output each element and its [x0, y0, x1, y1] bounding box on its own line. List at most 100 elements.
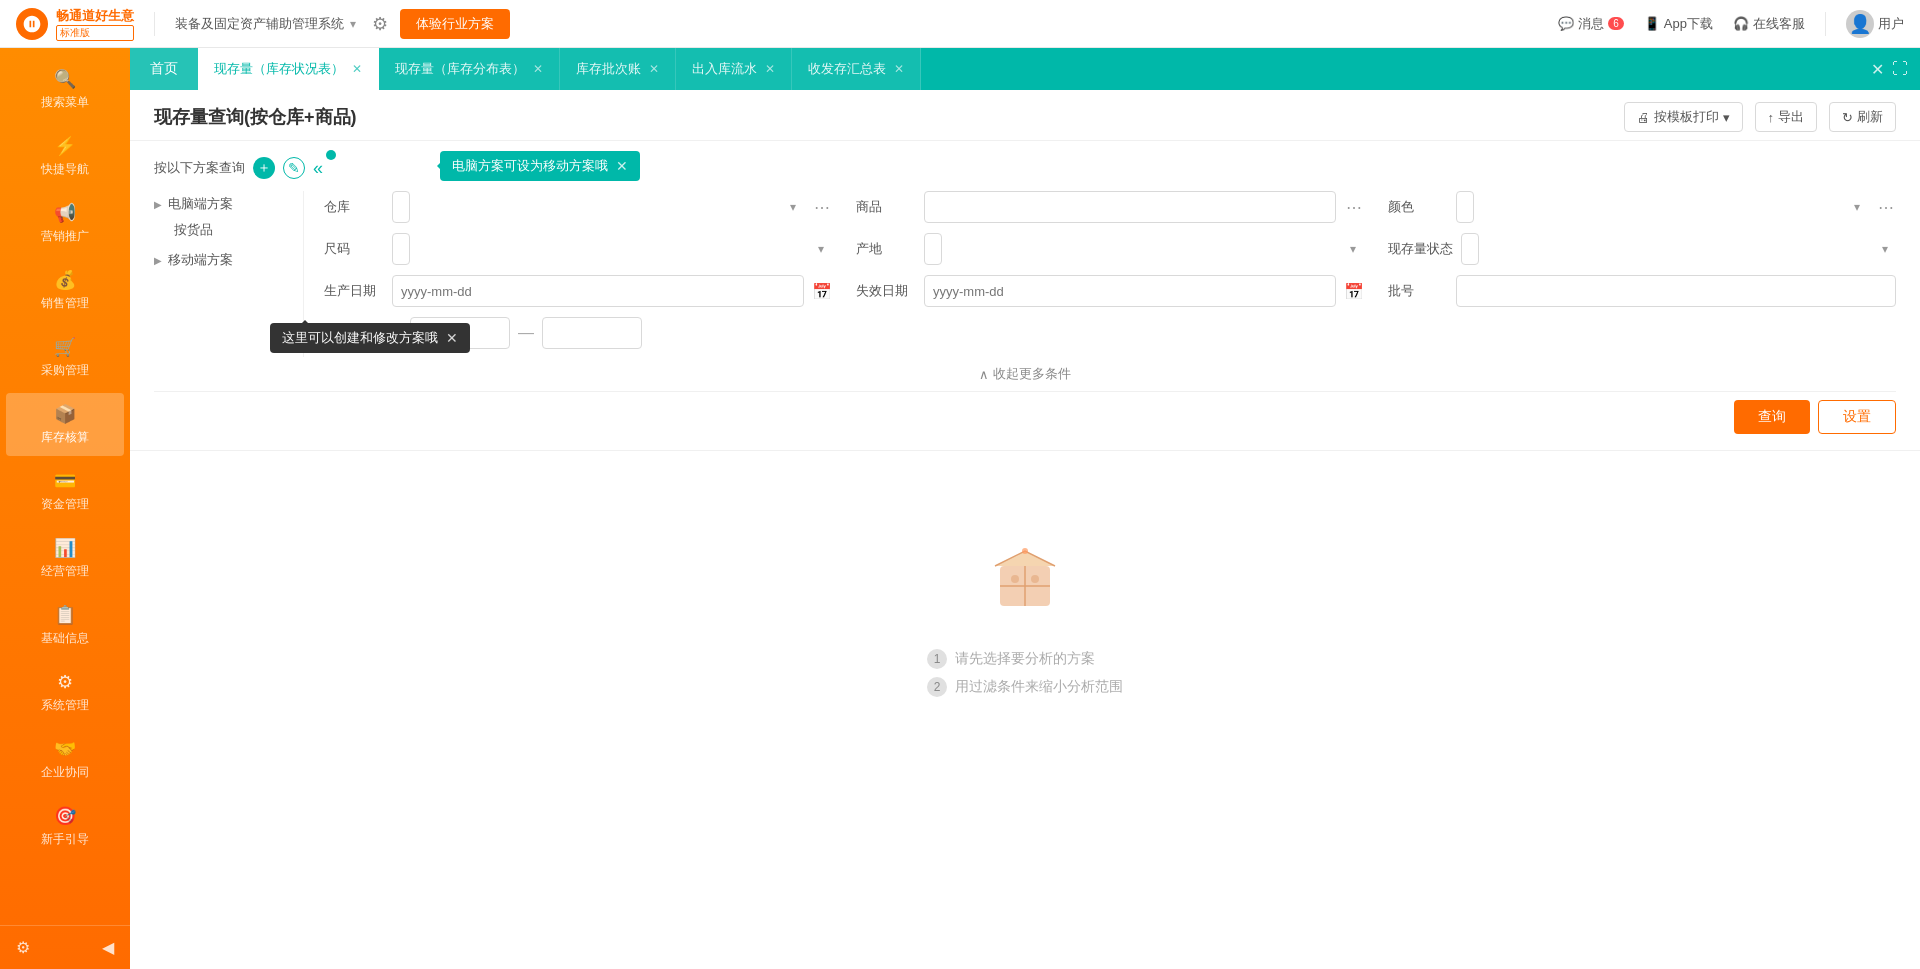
tab-inventory-status-label: 现存量（库存状况表） [214, 60, 344, 78]
tab-close-all-btn[interactable]: ✕ [1871, 60, 1884, 79]
tab-inventory-dist[interactable]: 现存量（库存分布表） ✕ [379, 48, 560, 90]
inventory-icon: 📦 [54, 403, 76, 425]
sidebar-item-search[interactable]: 🔍 搜索菜单 [6, 58, 124, 121]
inv-status-select[interactable] [1461, 233, 1479, 265]
tabbar-spacer [921, 48, 1859, 90]
query-button[interactable]: 查询 [1734, 400, 1810, 434]
warehouse-select[interactable] [392, 191, 410, 223]
color-more-btn[interactable]: ⋯ [1876, 197, 1896, 217]
filter-edit-btn[interactable]: ✎ [283, 157, 305, 179]
label-batch: 批号 [1388, 282, 1448, 300]
scheme-tooltip-close[interactable]: ✕ [616, 158, 628, 174]
sidebar-item-operation[interactable]: 📊 经营管理 [6, 527, 124, 590]
step-2-num: 2 [927, 677, 947, 697]
scheme-item-product[interactable]: 按货品 [154, 217, 291, 243]
sidebar-item-inventory[interactable]: 📦 库存核算 [6, 393, 124, 456]
origin-select[interactable] [924, 233, 942, 265]
user-btn[interactable]: 👤 用户 [1846, 10, 1904, 38]
tabbar-controls: ✕ ⛶ [1859, 48, 1920, 90]
tab-inventory-status-close[interactable]: ✕ [352, 62, 362, 76]
sidebar-label-basic: 基础信息 [41, 630, 89, 647]
tab-inventory-status[interactable]: 现存量（库存状况表） ✕ [198, 48, 379, 90]
sidebar-item-finance[interactable]: 💳 资金管理 [6, 460, 124, 523]
group-mobile-arrow: ▶ [154, 255, 162, 266]
scheme-create-tooltip-close[interactable]: ✕ [446, 330, 458, 346]
tab-maximize-btn[interactable]: ⛶ [1892, 60, 1908, 78]
tab-in-out-flow-close[interactable]: ✕ [765, 62, 775, 76]
filter-arrow-left-btn[interactable]: « [313, 158, 323, 179]
sidebar-item-sales[interactable]: 💰 销售管理 [6, 259, 124, 322]
warehouse-more-btn[interactable]: ⋯ [812, 197, 832, 217]
filter-header-label: 按以下方案查询 [154, 159, 245, 177]
scheme-group-mobile-header[interactable]: ▶ 移动端方案 [154, 247, 291, 273]
label-product: 商品 [856, 198, 916, 216]
export-icon: ↑ [1768, 110, 1775, 125]
inv-amount-to[interactable] [542, 317, 642, 349]
settings-icon[interactable]: ⚙ [372, 13, 388, 35]
sidebar-label-quick-nav: 快捷导航 [41, 161, 89, 178]
message-btn[interactable]: 💬 消息 6 [1558, 15, 1624, 33]
group-expand-arrow: ▶ [154, 199, 162, 210]
dropdown-arrow: ▾ [350, 17, 356, 31]
tab-batch-account-close[interactable]: ✕ [649, 62, 659, 76]
scheme-create-tooltip: 这里可以创建和修改方案哦 ✕ [270, 323, 470, 353]
logo: 畅通道好生意 标准版 [16, 7, 134, 41]
reset-button[interactable]: 设置 [1818, 400, 1896, 434]
expiry-date-input[interactable] [924, 275, 1336, 307]
sidebar-item-basic[interactable]: 📋 基础信息 [6, 594, 124, 657]
newbie-icon: 🎯 [54, 805, 76, 827]
export-btn[interactable]: ↑ 导出 [1755, 102, 1818, 132]
system-selector[interactable]: 装备及固定资产辅助管理系统 ▾ [175, 15, 356, 33]
refresh-btn[interactable]: ↻ 刷新 [1829, 102, 1896, 132]
online-service-btn[interactable]: 🎧 在线客服 [1733, 15, 1805, 33]
topbar-right: 💬 消息 6 📱 App下载 🎧 在线客服 👤 用户 [1558, 10, 1904, 38]
filter-field-expiry-date: 失效日期 📅 [856, 275, 1364, 307]
color-select-wrap [1456, 191, 1868, 223]
sidebar-item-marketing[interactable]: 📢 营销推广 [6, 192, 124, 255]
sidebar-item-purchase[interactable]: 🛒 采购管理 [6, 326, 124, 389]
label-prod-date: 生产日期 [324, 282, 384, 300]
app-download-btn[interactable]: 📱 App下载 [1644, 15, 1713, 33]
step-1-text: 请先选择要分析的方案 [955, 650, 1095, 668]
empty-step-1: 1 请先选择要分析的方案 [927, 649, 1123, 669]
color-select[interactable] [1456, 191, 1474, 223]
label-origin: 产地 [856, 240, 916, 258]
quick-nav-icon: ⚡ [54, 135, 76, 157]
product-input[interactable] [924, 191, 1336, 223]
tab-home[interactable]: 首页 [130, 48, 198, 90]
batch-input[interactable] [1456, 275, 1896, 307]
empty-state: 1 请先选择要分析的方案 2 用过滤条件来缩小分析范围 [130, 451, 1920, 777]
sidebar-label-newbie: 新手引导 [41, 831, 89, 848]
scheme-group-desktop-header[interactable]: ▶ 电脑端方案 [154, 191, 291, 217]
collapse-label: 收起更多条件 [993, 365, 1071, 383]
empty-steps: 1 请先选择要分析的方案 2 用过滤条件来缩小分析范围 [927, 649, 1123, 697]
sidebar-settings-icon[interactable]: ⚙ [16, 938, 30, 957]
trial-button[interactable]: 体验行业方案 [400, 9, 510, 39]
tab-in-out-flow-label: 出入库流水 [692, 60, 757, 78]
sidebar-item-system[interactable]: ⚙ 系统管理 [6, 661, 124, 724]
size-select[interactable] [392, 233, 410, 265]
collapse-btn[interactable]: ∧ 收起更多条件 [979, 365, 1071, 383]
prod-date-input[interactable] [392, 275, 804, 307]
sidebar-label-purchase: 采购管理 [41, 362, 89, 379]
sidebar-item-newbie[interactable]: 🎯 新手引导 [6, 795, 124, 858]
sidebar-item-quick-nav[interactable]: ⚡ 快捷导航 [6, 125, 124, 188]
tab-inventory-dist-close[interactable]: ✕ [533, 62, 543, 76]
prod-date-calendar-icon[interactable]: 📅 [812, 282, 832, 301]
topbar: 畅通道好生意 标准版 装备及固定资产辅助管理系统 ▾ ⚙ 体验行业方案 💬 消息… [0, 0, 1920, 48]
online-service-label: 在线客服 [1753, 15, 1805, 33]
sidebar: 🔍 搜索菜单 ⚡ 快捷导航 📢 营销推广 💰 销售管理 🛒 采购管理 📦 库存核… [0, 48, 130, 969]
filter-add-btn[interactable]: ＋ [253, 157, 275, 179]
product-more-btn[interactable]: ⋯ [1344, 197, 1364, 217]
tab-in-out-flow[interactable]: 出入库流水 ✕ [676, 48, 792, 90]
logo-icon [16, 8, 48, 40]
expiry-date-calendar-icon[interactable]: 📅 [1344, 282, 1364, 301]
tab-recv-send-summary[interactable]: 收发存汇总表 ✕ [792, 48, 921, 90]
tab-recv-send-summary-close[interactable]: ✕ [894, 62, 904, 76]
sidebar-collapse-icon[interactable]: ◀ [102, 938, 114, 957]
print-template-btn[interactable]: 🖨 按模板打印 ▾ [1624, 102, 1743, 132]
sidebar-label-sales: 销售管理 [41, 295, 89, 312]
filter-field-product: 商品 ⋯ [856, 191, 1364, 223]
tab-batch-account[interactable]: 库存批次账 ✕ [560, 48, 676, 90]
sidebar-item-enterprise[interactable]: 🤝 企业协同 [6, 728, 124, 791]
